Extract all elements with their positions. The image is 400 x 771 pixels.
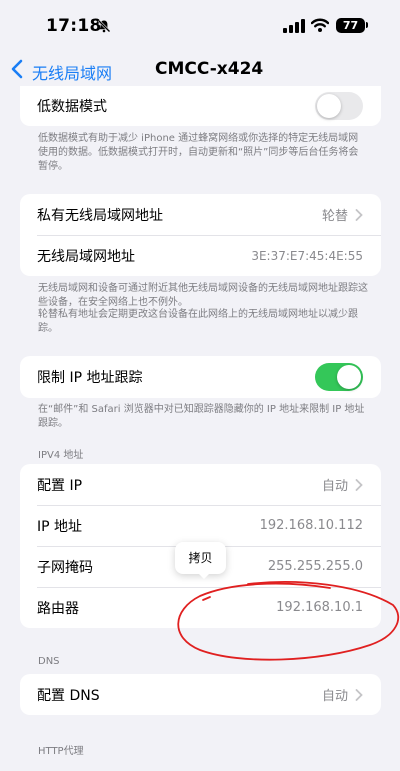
toggle-knob [337, 365, 361, 389]
subnet-mask-value[interactable]: 255.255.255.0 [268, 559, 363, 574]
configure-ip-value: 自动 [321, 479, 348, 494]
wifi-icon [311, 18, 329, 32]
battery-tip [366, 22, 368, 28]
limit-tracking-toggle[interactable] [315, 363, 363, 391]
dns-group: 配置 DNS 自动 [20, 674, 381, 715]
ip-address-label: IP 地址 [37, 518, 83, 535]
battery-indicator: 77 [336, 18, 365, 33]
private-address-footer-1: 无线局域网和设备可通过附近其他无线局域网设备的无线局域网地址跟踪这些设备，在安全… [38, 283, 368, 308]
router-label: 路由器 [37, 600, 79, 617]
tooltip-arrow [198, 573, 210, 579]
back-chevron-icon[interactable] [11, 59, 23, 79]
copy-tooltip[interactable]: 拷贝 [175, 542, 226, 574]
low-data-label: 低数据模式 [37, 99, 107, 115]
wifi-address-row: 无线局域网地址 3E:37:E7:45:4E:55 [20, 235, 381, 276]
chevron-right-icon [355, 478, 363, 491]
ip-address-value[interactable]: 192.168.10.112 [260, 518, 363, 533]
cellular-signal-icon [283, 19, 305, 33]
configure-ip-label: 配置 IP [37, 477, 83, 494]
ipv4-header: IPV4 地址 [38, 450, 84, 461]
limit-tracking-group: 限制 IP 地址跟踪 [20, 356, 381, 398]
private-address-row[interactable]: 私有无线局域网地址 轮替 [20, 194, 381, 235]
configure-dns-row[interactable]: 配置 DNS 自动 [20, 674, 381, 715]
private-address-footer-2: 轮替私有地址会定期更改这台设备在此网络上的无线局域网地址以减少跟踪。 [38, 309, 358, 334]
chevron-right-icon [355, 208, 363, 221]
router-value[interactable]: 192.168.10.1 [276, 600, 363, 615]
http-proxy-header: HTTP代理 [38, 746, 84, 757]
low-data-toggle[interactable] [315, 92, 363, 120]
dns-header: DNS [38, 656, 60, 667]
low-data-group: 低数据模式 [20, 86, 381, 126]
wifi-address-label: 无线局域网地址 [37, 248, 135, 265]
limit-tracking-footer: 在“邮件”和 Safari 浏览器中对已知跟踪器隐藏你的 IP 地址来限制 IP… [38, 404, 365, 429]
configure-ip-row[interactable]: 配置 IP 自动 [20, 464, 381, 505]
configure-dns-label: 配置 DNS [37, 687, 100, 704]
limit-tracking-row: 限制 IP 地址跟踪 [20, 356, 381, 398]
status-time: 17:18 [46, 16, 102, 36]
bell-muted-icon [97, 19, 111, 33]
toggle-knob [317, 94, 341, 118]
subnet-mask-label: 子网掩码 [37, 559, 93, 576]
private-address-group: 私有无线局域网地址 轮替 无线局域网地址 3E:37:E7:45:4E:55 [20, 194, 381, 276]
ip-address-row[interactable]: IP 地址 192.168.10.112 [20, 505, 381, 546]
private-address-label: 私有无线局域网地址 [37, 207, 163, 224]
wifi-address-value: 3E:37:E7:45:4E:55 [251, 248, 363, 263]
low-data-footer: 低数据模式有助于减少 iPhone 通过蜂窝网络或你选择的特定无线局域网使用的数… [38, 133, 359, 172]
page-title: CMCC-x424 [155, 59, 264, 79]
low-data-row: 低数据模式 [20, 86, 381, 126]
back-button[interactable]: 无线局域网 [32, 60, 112, 84]
router-row[interactable]: 路由器 192.168.10.1 [20, 587, 381, 628]
configure-dns-value: 自动 [321, 689, 348, 704]
limit-tracking-label: 限制 IP 地址跟踪 [37, 370, 143, 386]
private-address-value: 轮替 [321, 209, 348, 224]
status-bar: 17:18 77 [0, 0, 400, 48]
chevron-right-icon [355, 688, 363, 701]
